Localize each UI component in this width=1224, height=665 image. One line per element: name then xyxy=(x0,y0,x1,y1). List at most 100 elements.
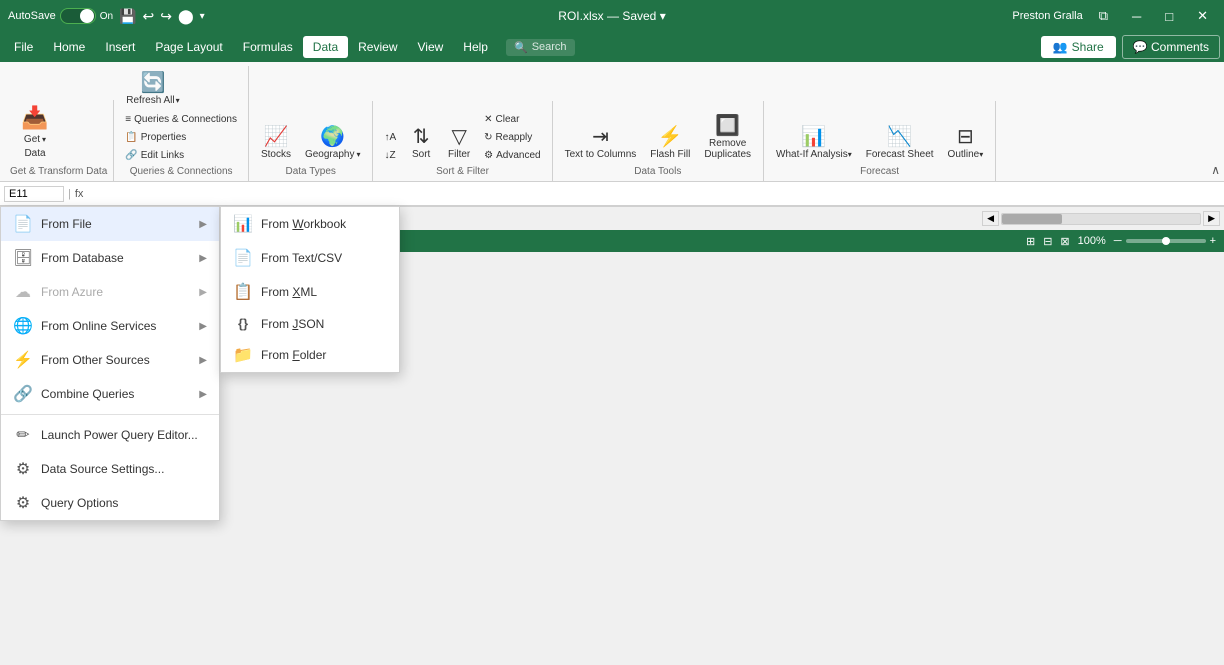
from-file-item[interactable]: 📄 From File ▶ xyxy=(1,207,219,241)
menu-item-data[interactable]: Data xyxy=(303,36,348,58)
menu-item-help[interactable]: Help xyxy=(453,36,498,58)
saved-dropdown[interactable]: ▾ xyxy=(660,9,666,23)
from-xml-icon: 📋 xyxy=(233,282,253,302)
what-if-icon: 📊 xyxy=(801,124,826,149)
menu-item-view[interactable]: View xyxy=(408,36,454,58)
undo-icon[interactable]: ↩ xyxy=(142,8,154,25)
get-data-icon: 📥 xyxy=(21,105,48,131)
edit-links-btn[interactable]: 🔗 Edit Links xyxy=(120,147,242,164)
save-icon[interactable]: 💾 xyxy=(119,8,136,25)
zoom-in-btn[interactable]: + xyxy=(1210,235,1216,247)
from-json-label: From JSON xyxy=(261,317,324,331)
maximize-btn[interactable]: □ xyxy=(1157,7,1181,26)
what-if-button[interactable]: 📊 What-If Analysis ▾ xyxy=(770,120,858,164)
menu-item-formulas[interactable]: Formulas xyxy=(233,36,303,58)
reapply-btn[interactable]: ↻ Reapply xyxy=(479,129,545,146)
menu-item-insert[interactable]: Insert xyxy=(95,36,145,58)
reapply-icon: ↻ xyxy=(484,132,492,143)
filter-button[interactable]: ▽ Filter xyxy=(441,120,477,164)
launch-pq-icon: ✏ xyxy=(13,425,33,445)
h-scrollbar-thumb[interactable] xyxy=(1002,214,1062,224)
from-database-item[interactable]: 🗄 From Database ▶ xyxy=(1,241,219,275)
launch-pq-item[interactable]: ✏ Launch Power Query Editor... xyxy=(1,418,219,452)
autosave-label: AutoSave xyxy=(8,10,56,22)
from-file-submenu: 📊 From Workbook 📄 From Text/CSV 📋 From X… xyxy=(220,206,400,373)
advanced-btn[interactable]: ⚙ Advanced xyxy=(479,147,545,164)
zoom-thumb[interactable] xyxy=(1162,237,1170,245)
sort-button[interactable]: ⇅ Sort xyxy=(403,120,439,164)
fx-label: fx xyxy=(75,188,84,200)
refresh-icon: 🔄 xyxy=(141,70,166,95)
zoom-level: 100% xyxy=(1078,235,1106,247)
launch-pq-label: Launch Power Query Editor... xyxy=(41,428,198,442)
geography-button[interactable]: 🌍 Geography ▾ xyxy=(299,120,367,164)
ribbon-group-queries: 🔄 Refresh All ▾ ≡ Queries & Connections … xyxy=(114,66,249,181)
from-online-item[interactable]: 🌐 From Online Services ▶ xyxy=(1,309,219,343)
from-file-icon: 📄 xyxy=(13,214,33,234)
get-data-menu: 📄 From File ▶ 🗄 From Database ▶ ☁ From A… xyxy=(0,206,220,521)
ribbon-collapse-btn[interactable]: ∧ xyxy=(1211,163,1220,177)
zoom-out-btn[interactable]: ─ xyxy=(1114,235,1122,247)
menu-item-review[interactable]: Review xyxy=(348,36,407,58)
menu-item-home[interactable]: Home xyxy=(43,36,95,58)
autosave-toggle-btn[interactable] xyxy=(60,8,96,24)
from-xml-item[interactable]: 📋 From XML xyxy=(221,275,399,309)
text-to-columns-icon: ⇥ xyxy=(592,124,609,149)
from-azure-icon: ☁ xyxy=(13,282,33,302)
stocks-button[interactable]: 📈 Stocks xyxy=(255,120,297,164)
sort-icon: ⇅ xyxy=(413,124,430,149)
geography-arrow: ▾ xyxy=(356,150,360,159)
sort-asc-btn[interactable]: ↑A xyxy=(379,129,401,146)
menu-item-file[interactable]: File xyxy=(4,36,43,58)
ribbon-group-forecast: 📊 What-If Analysis ▾ 📉 Forecast Sheet ⊟ … xyxy=(764,101,996,181)
data-source-icon: ⚙ xyxy=(13,459,33,479)
redo-icon[interactable]: ↪ xyxy=(160,8,172,25)
data-types-label: Data Types xyxy=(255,164,367,177)
from-json-item[interactable]: {} From JSON xyxy=(221,309,399,338)
menu-item-page-layout[interactable]: Page Layout xyxy=(145,36,232,58)
combine-queries-item[interactable]: 🔗 Combine Queries ▶ xyxy=(1,377,219,411)
remove-dupes-btn[interactable]: 🔲 RemoveDuplicates xyxy=(698,109,757,164)
h-scrollbar-track[interactable] xyxy=(1001,213,1201,225)
outline-button[interactable]: ⊟ Outline ▾ xyxy=(942,120,990,164)
ribbon-forecast-items: 📊 What-If Analysis ▾ 📉 Forecast Sheet ⊟ … xyxy=(770,101,989,164)
data-source-settings-item[interactable]: ⚙ Data Source Settings... xyxy=(1,452,219,486)
comments-button[interactable]: 💬 Comments xyxy=(1122,35,1220,59)
close-btn[interactable]: ✕ xyxy=(1189,6,1216,26)
forecast-sheet-button[interactable]: 📉 Forecast Sheet xyxy=(860,120,940,164)
from-database-icon: 🗄 xyxy=(13,248,33,268)
window-title: ROI.xlsx — Saved ▾ xyxy=(558,9,665,23)
h-scroll-left[interactable]: ◀ xyxy=(982,211,999,226)
from-text-csv-item[interactable]: 📄 From Text/CSV xyxy=(221,241,399,275)
sort-desc-btn[interactable]: ↓Z xyxy=(379,147,401,164)
minimize-btn[interactable]: ─ xyxy=(1124,7,1149,26)
query-options-item[interactable]: ⚙ Query Options xyxy=(1,486,219,520)
restore-down-btn[interactable]: ⧉ xyxy=(1091,6,1116,26)
stocks-icon: 📈 xyxy=(264,124,289,149)
text-to-columns-button[interactable]: ⇥ Text to Columns xyxy=(559,120,643,164)
title-bar: AutoSave On 💾 ↩ ↪ ⬤ ▾ ROI.xlsx — Saved ▾… xyxy=(0,0,1224,32)
queries-connections-btn[interactable]: ≡ Queries & Connections xyxy=(120,111,242,128)
zoom-track[interactable] xyxy=(1126,239,1206,243)
view-normal[interactable]: ⊞ xyxy=(1026,235,1035,248)
view-page-layout[interactable]: ⊟ xyxy=(1043,235,1052,248)
from-other-item[interactable]: ⚡ From Other Sources ▶ xyxy=(1,343,219,377)
text-to-columns-label: Text to Columns xyxy=(565,149,637,160)
flash-fill-btn[interactable]: ⚡ Flash Fill xyxy=(644,120,696,164)
get-data-button[interactable]: 📥 Get ▾ Data xyxy=(10,100,60,164)
clear-btn[interactable]: ✕ Clear xyxy=(479,111,545,128)
ribbon-group-get-transform: 📥 Get ▾ Data Get & Transform Data xyxy=(4,100,114,181)
from-workbook-item[interactable]: 📊 From Workbook xyxy=(221,207,399,241)
search-box[interactable]: 🔍 Search xyxy=(506,39,575,56)
formula-input[interactable] xyxy=(87,188,1220,200)
from-folder-item[interactable]: 📁 From Folder xyxy=(221,338,399,372)
refresh-label: Refresh All xyxy=(126,95,174,106)
name-box[interactable] xyxy=(4,186,64,202)
properties-btn[interactable]: 📋 Properties xyxy=(120,129,242,146)
search-icon: 🔍 xyxy=(514,41,528,54)
refresh-all-button[interactable]: 🔄 Refresh All ▾ xyxy=(120,66,185,110)
view-page-break[interactable]: ⊠ xyxy=(1060,235,1069,248)
h-scroll-right[interactable]: ▶ xyxy=(1203,211,1220,226)
customize-qat[interactable]: ▾ xyxy=(200,11,205,22)
share-button[interactable]: 👥 Share xyxy=(1041,36,1116,58)
